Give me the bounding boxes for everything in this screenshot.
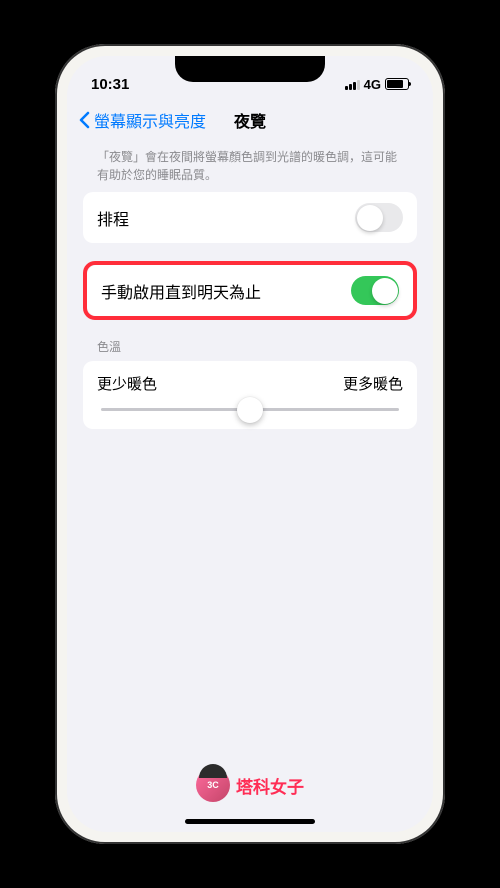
schedule-group: 排程 (83, 192, 417, 243)
schedule-toggle[interactable] (355, 203, 403, 232)
less-warm-label: 更少暖色 (97, 373, 157, 394)
signal-icon (345, 79, 360, 90)
status-time: 10:31 (91, 76, 129, 93)
temperature-slider[interactable] (101, 408, 399, 411)
temperature-header: 色溫 (83, 338, 417, 361)
chevron-left-icon (79, 111, 90, 129)
schedule-row[interactable]: 排程 (83, 192, 417, 243)
manual-group: 手動啟用直到明天為止 (87, 265, 413, 316)
content-area: 「夜覽」會在夜間將螢幕顏色調到光譜的暖色調，這可能有助於您的睡眠品質。 排程 手… (67, 142, 433, 429)
highlight-annotation: 手動啟用直到明天為止 (83, 261, 417, 320)
network-label: 4G (364, 77, 381, 92)
battery-icon (385, 78, 409, 90)
manual-enable-label: 手動啟用直到明天為止 (101, 279, 261, 303)
navigation-bar: 螢幕顯示與亮度 夜覽 (67, 100, 433, 142)
phone-screen: 10:31 4G 螢幕顯示與亮度 夜覽 (67, 56, 433, 832)
manual-enable-row[interactable]: 手動啟用直到明天為止 (87, 265, 413, 316)
slider-thumb-icon (237, 397, 263, 423)
description-text: 「夜覽」會在夜間將螢幕顏色調到光譜的暖色調，這可能有助於您的睡眠品質。 (83, 142, 417, 192)
notch (175, 56, 325, 82)
watermark-avatar-icon: 3C (196, 768, 230, 802)
page-title: 夜覽 (234, 108, 266, 132)
back-button[interactable]: 螢幕顯示與亮度 (79, 108, 206, 132)
watermark-text: 塔科女子 (236, 773, 304, 798)
home-indicator[interactable] (185, 819, 315, 824)
toggle-knob-icon (357, 205, 383, 231)
manual-enable-toggle[interactable] (351, 276, 399, 305)
watermark: 3C 塔科女子 (196, 768, 304, 802)
toggle-knob-icon (372, 278, 398, 304)
more-warm-label: 更多暖色 (343, 373, 403, 394)
phone-frame: 10:31 4G 螢幕顯示與亮度 夜覽 (55, 44, 445, 844)
schedule-label: 排程 (97, 206, 129, 230)
status-indicators: 4G (345, 77, 409, 92)
slider-labels: 更少暖色 更多暖色 (97, 373, 403, 394)
back-label: 螢幕顯示與亮度 (94, 108, 206, 132)
temperature-slider-group: 更少暖色 更多暖色 (83, 361, 417, 429)
